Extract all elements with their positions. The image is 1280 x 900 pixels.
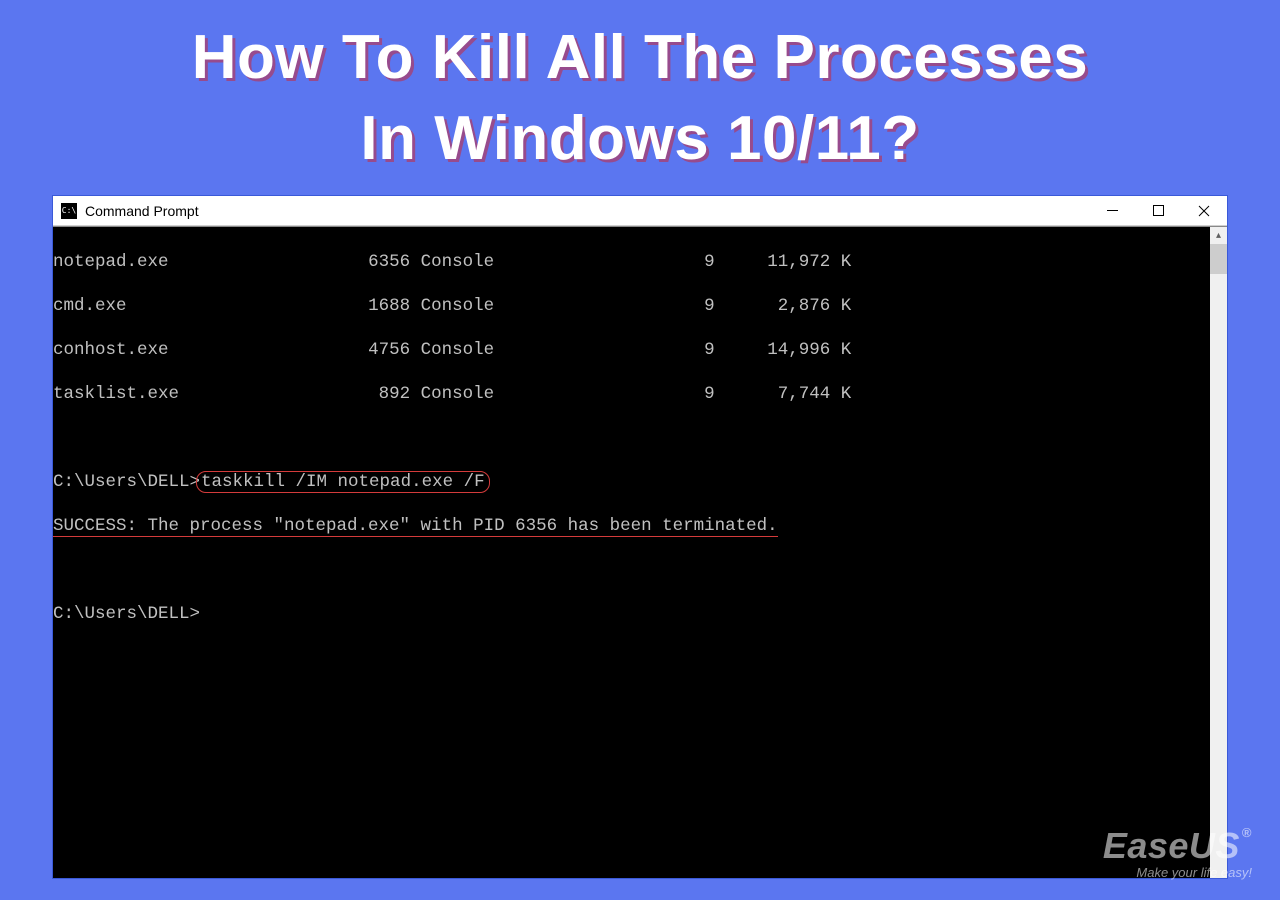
close-icon [1198, 205, 1210, 217]
command-prompt-window: C:\ Command Prompt notepad.exe 6356 Cons… [52, 195, 1228, 879]
scroll-up-button[interactable]: ▴ [1210, 227, 1227, 244]
console-body[interactable]: notepad.exe 6356 Console 9 11,972 K cmd.… [53, 226, 1227, 878]
success-line: SUCCESS: The process "notepad.exe" with … [53, 515, 1210, 537]
minimize-icon [1107, 205, 1118, 216]
cmd-icon: C:\ [61, 203, 77, 219]
blank-line [53, 427, 1210, 449]
close-button[interactable] [1181, 196, 1227, 225]
maximize-icon [1153, 205, 1164, 216]
command-highlight: taskkill /IM notepad.exe /F [196, 471, 490, 493]
blank-line [53, 559, 1210, 581]
process-row: conhost.exe 4756 Console 9 14,996 K [53, 339, 1210, 361]
maximize-button[interactable] [1135, 196, 1181, 225]
headline-line2: In Windows 10/11? [0, 99, 1280, 180]
headline-line1: How To Kill All The Processes [0, 18, 1280, 99]
watermark: EaseUS® Make your life easy! [1103, 825, 1252, 880]
prompt-line: C:\Users\DELL> [53, 603, 1210, 625]
process-row: tasklist.exe 892 Console 9 7,744 K [53, 383, 1210, 405]
command-line: C:\Users\DELL>taskkill /IM notepad.exe /… [53, 471, 1210, 493]
window-controls [1089, 196, 1227, 225]
process-row: cmd.exe 1688 Console 9 2,876 K [53, 295, 1210, 317]
console-output: notepad.exe 6356 Console 9 11,972 K cmd.… [53, 227, 1210, 878]
window-title: Command Prompt [85, 203, 199, 219]
scroll-thumb[interactable] [1210, 244, 1227, 274]
scrollbar[interactable]: ▴ [1210, 227, 1227, 878]
minimize-button[interactable] [1089, 196, 1135, 225]
process-row: notepad.exe 6356 Console 9 11,972 K [53, 251, 1210, 273]
page-headline: How To Kill All The Processes In Windows… [0, 0, 1280, 179]
watermark-tagline: Make your life easy! [1103, 865, 1252, 880]
watermark-brand: EaseUS® [1103, 825, 1252, 867]
titlebar[interactable]: C:\ Command Prompt [53, 196, 1227, 226]
